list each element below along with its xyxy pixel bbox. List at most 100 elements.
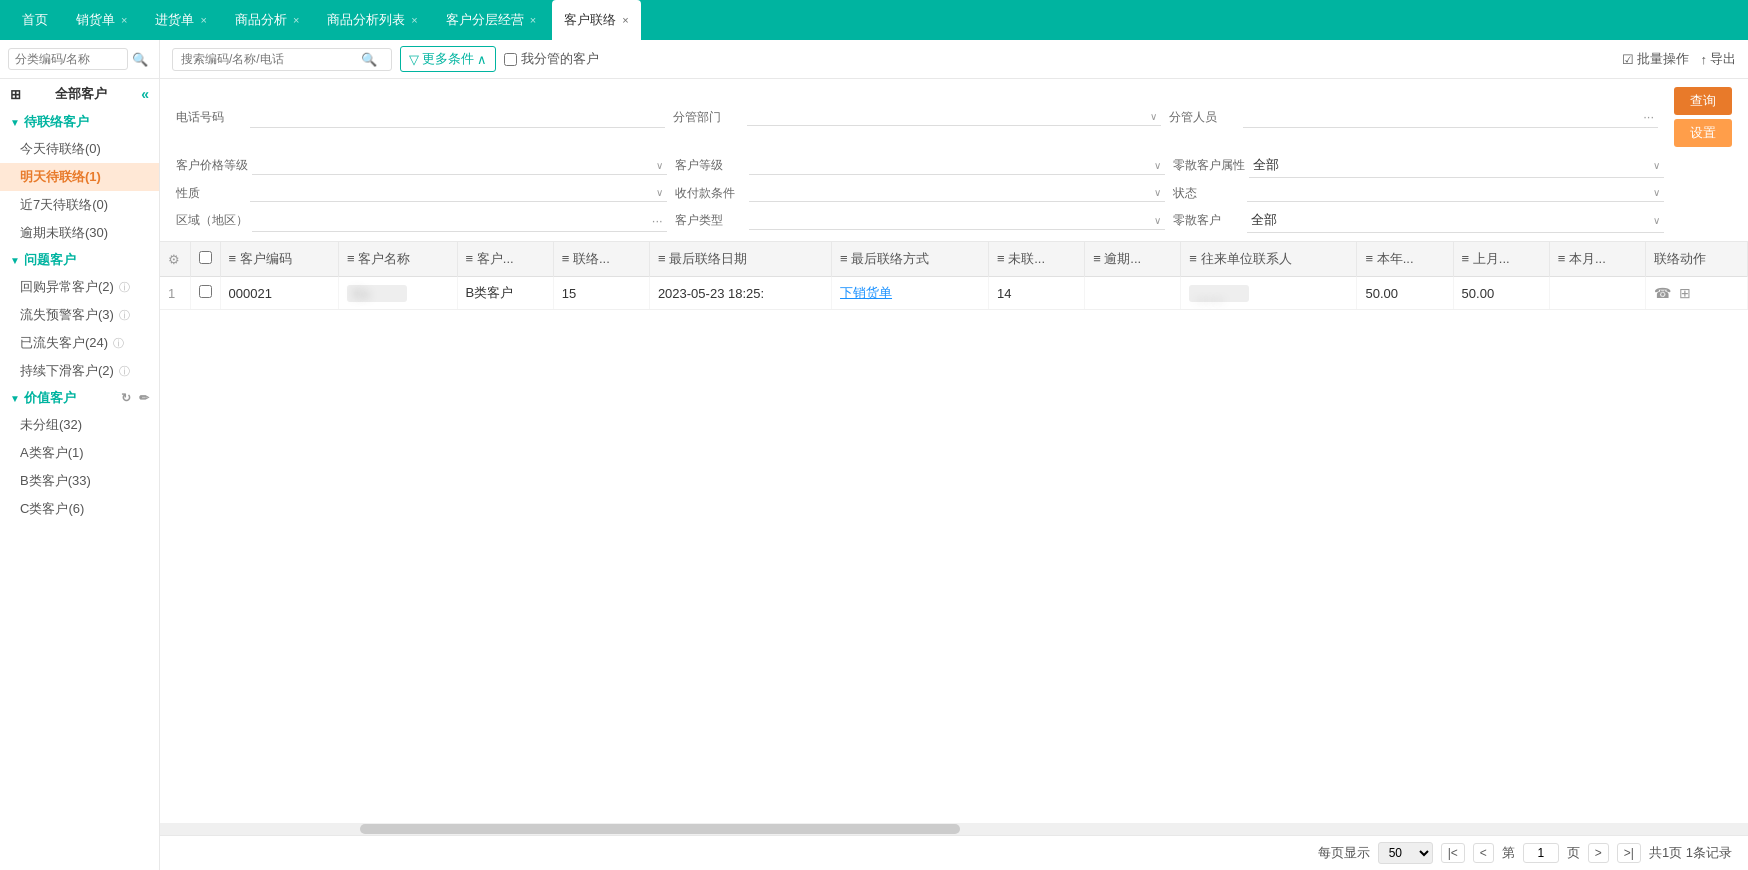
last-page-button[interactable]: >|	[1617, 843, 1641, 863]
more-filter-button[interactable]: ▽ 更多条件 ∧	[400, 46, 496, 72]
sidebar-item-class-b[interactable]: B类客户(33)	[0, 467, 159, 495]
customer-grade-label: 客户等级	[675, 157, 745, 174]
settings-button[interactable]: 设置	[1674, 119, 1732, 147]
retail-customer-label: 零散客户	[1173, 212, 1243, 229]
page-input[interactable]	[1523, 843, 1559, 863]
search-icon[interactable]: 🔍	[361, 52, 377, 67]
manager-select[interactable]: ···	[1243, 106, 1658, 128]
nav-home[interactable]: 首页	[10, 0, 60, 40]
td-last-contact-method: 下销货单	[832, 277, 989, 310]
info-icon-declining: ⓘ	[119, 365, 130, 377]
value-group-label: ▼ 价值客户 ↻ ✏	[0, 385, 159, 411]
retail-attr-label: 零散客户属性	[1173, 157, 1245, 174]
page-label: 第	[1502, 844, 1515, 862]
nav-customer-contact[interactable]: 客户联络 ×	[552, 0, 640, 40]
my-customers-checkbox[interactable]	[504, 53, 517, 66]
nav-product-analysis[interactable]: 商品分析 ×	[223, 0, 311, 40]
batch-operations-button[interactable]: ☑ 批量操作	[1622, 50, 1689, 68]
sidebar-item-today-pending[interactable]: 今天待联络(0)	[0, 135, 159, 163]
close-purchase-order-icon[interactable]: ×	[200, 14, 206, 26]
td-name: Ea	[339, 277, 458, 310]
payment-select[interactable]: ∨	[749, 184, 1166, 202]
nav-customer-segmentation[interactable]: 客户分层经营 ×	[434, 0, 548, 40]
dept-field: 分管部门 ∨	[673, 108, 1162, 126]
collapse-icon[interactable]: «	[141, 86, 149, 102]
all-customers-section: ⊞ 全部客户 «	[0, 79, 159, 109]
close-product-analysis-list-icon[interactable]: ×	[411, 14, 417, 26]
td-this-month	[1549, 277, 1645, 310]
nav-product-analysis-list[interactable]: 商品分析列表 ×	[315, 0, 429, 40]
next-page-button[interactable]: >	[1588, 843, 1609, 863]
close-sales-order-icon[interactable]: ×	[121, 14, 127, 26]
region-select[interactable]: ···	[252, 210, 667, 232]
gender-label: 性质	[176, 185, 246, 202]
query-button[interactable]: 查询	[1674, 87, 1732, 115]
sidebar-item-churn-warning[interactable]: 流失预警客户(3) ⓘ	[0, 301, 159, 329]
info-icon-churn-warning: ⓘ	[119, 309, 130, 321]
customer-type-field: 客户类型 ∨	[675, 212, 1166, 230]
payment-field: 收付款条件 ∨	[675, 184, 1166, 202]
gender-select[interactable]: ∨	[250, 184, 667, 202]
value-refresh-icon[interactable]: ↻	[121, 391, 131, 405]
select-all-checkbox[interactable]	[199, 251, 212, 264]
nav-purchase-order[interactable]: 进货单 ×	[143, 0, 218, 40]
th-contact-count: ≡ 联络...	[553, 242, 649, 277]
customer-grade-select[interactable]: ∨	[749, 157, 1166, 175]
close-customer-contact-icon[interactable]: ×	[622, 14, 628, 26]
sidebar-item-class-c[interactable]: C类客户(6)	[0, 495, 159, 523]
export-button[interactable]: ↑ 导出	[1701, 50, 1737, 68]
sidebar-item-churned[interactable]: 已流失客户(24) ⓘ	[0, 329, 159, 357]
close-product-analysis-icon[interactable]: ×	[293, 14, 299, 26]
td-type: B类客户	[457, 277, 553, 310]
toolbar: 🔍 ▽ 更多条件 ∧ 我分管的客户 ☑ 批量操作 ↑ 导出	[160, 40, 1748, 79]
phone-input[interactable]	[250, 107, 665, 128]
customer-type-select[interactable]: ∨	[749, 212, 1166, 230]
table-footer: 每页显示 50 100 200 |< < 第 页 > >| 共1页 1条记录	[160, 835, 1748, 870]
sidebar-item-class-a[interactable]: A类客户(1)	[0, 439, 159, 467]
sidebar-search-icon[interactable]: 🔍	[132, 52, 148, 67]
status-select[interactable]: ∨	[1247, 184, 1664, 202]
gender-field: 性质 ∨	[176, 184, 667, 202]
sidebar-item-overdue-pending[interactable]: 逾期未联络(30)	[0, 219, 159, 247]
scrollbar-thumb[interactable]	[360, 824, 960, 834]
th-checkbox	[190, 242, 220, 277]
th-settings[interactable]: ⚙	[160, 242, 190, 277]
th-type: ≡ 客户...	[457, 242, 553, 277]
contact-action-icon[interactable]: ☎	[1654, 285, 1671, 301]
td-num: 1	[160, 277, 190, 310]
horizontal-scrollbar[interactable]	[160, 823, 1748, 835]
search-input[interactable]	[181, 52, 361, 66]
td-overdue	[1085, 277, 1181, 310]
my-customers-checkbox-wrap[interactable]: 我分管的客户	[504, 50, 599, 68]
nav-sales-order[interactable]: 销货单 ×	[64, 0, 139, 40]
phone-label: 电话号码	[176, 109, 246, 126]
row-checkbox[interactable]	[199, 285, 212, 298]
prev-page-button[interactable]: <	[1473, 843, 1494, 863]
customer-name-blurred: Ea	[347, 285, 407, 302]
sidebar-item-ungrouped[interactable]: 未分组(32)	[0, 411, 159, 439]
per-page-select[interactable]: 50 100 200	[1378, 842, 1433, 864]
customer-level-select[interactable]: ∨	[252, 157, 667, 175]
phone-field: 电话号码	[176, 107, 665, 128]
th-this-month: ≡ 本月...	[1549, 242, 1645, 277]
grid-action-icon[interactable]: ⊞	[1679, 285, 1691, 301]
dept-label: 分管部门	[673, 109, 743, 126]
sidebar-item-tomorrow-pending[interactable]: 明天待联络(1)	[0, 163, 159, 191]
region-field: 区域（地区） ···	[176, 210, 667, 232]
last-contact-method-link[interactable]: 下销货单	[840, 285, 892, 300]
content-area: 🔍 ▽ 更多条件 ∧ 我分管的客户 ☑ 批量操作 ↑ 导出	[160, 40, 1748, 870]
sidebar-item-7days-pending[interactable]: 近7天待联络(0)	[0, 191, 159, 219]
problem-triangle-icon: ▼	[10, 255, 20, 266]
retail-attr-select[interactable]: 全部∨	[1249, 153, 1664, 178]
table-row: 1 000021 Ea B类客户 15 2023-05-23 18:25: 下销…	[160, 277, 1748, 310]
sidebar-search-input[interactable]	[8, 48, 128, 70]
retail-attr-field: 零散客户属性 全部∨	[1173, 153, 1664, 178]
dept-select[interactable]: ∨	[747, 108, 1162, 126]
search-input-wrap: 🔍	[172, 48, 392, 71]
first-page-button[interactable]: |<	[1441, 843, 1465, 863]
sidebar-item-declining[interactable]: 持续下滑客户(2) ⓘ	[0, 357, 159, 385]
close-customer-segmentation-icon[interactable]: ×	[530, 14, 536, 26]
sidebar-item-repurchase-anomaly[interactable]: 回购异常客户(2) ⓘ	[0, 273, 159, 301]
value-edit-icon[interactable]: ✏	[139, 391, 149, 405]
retail-customer-select[interactable]: 全部∨	[1247, 208, 1664, 233]
